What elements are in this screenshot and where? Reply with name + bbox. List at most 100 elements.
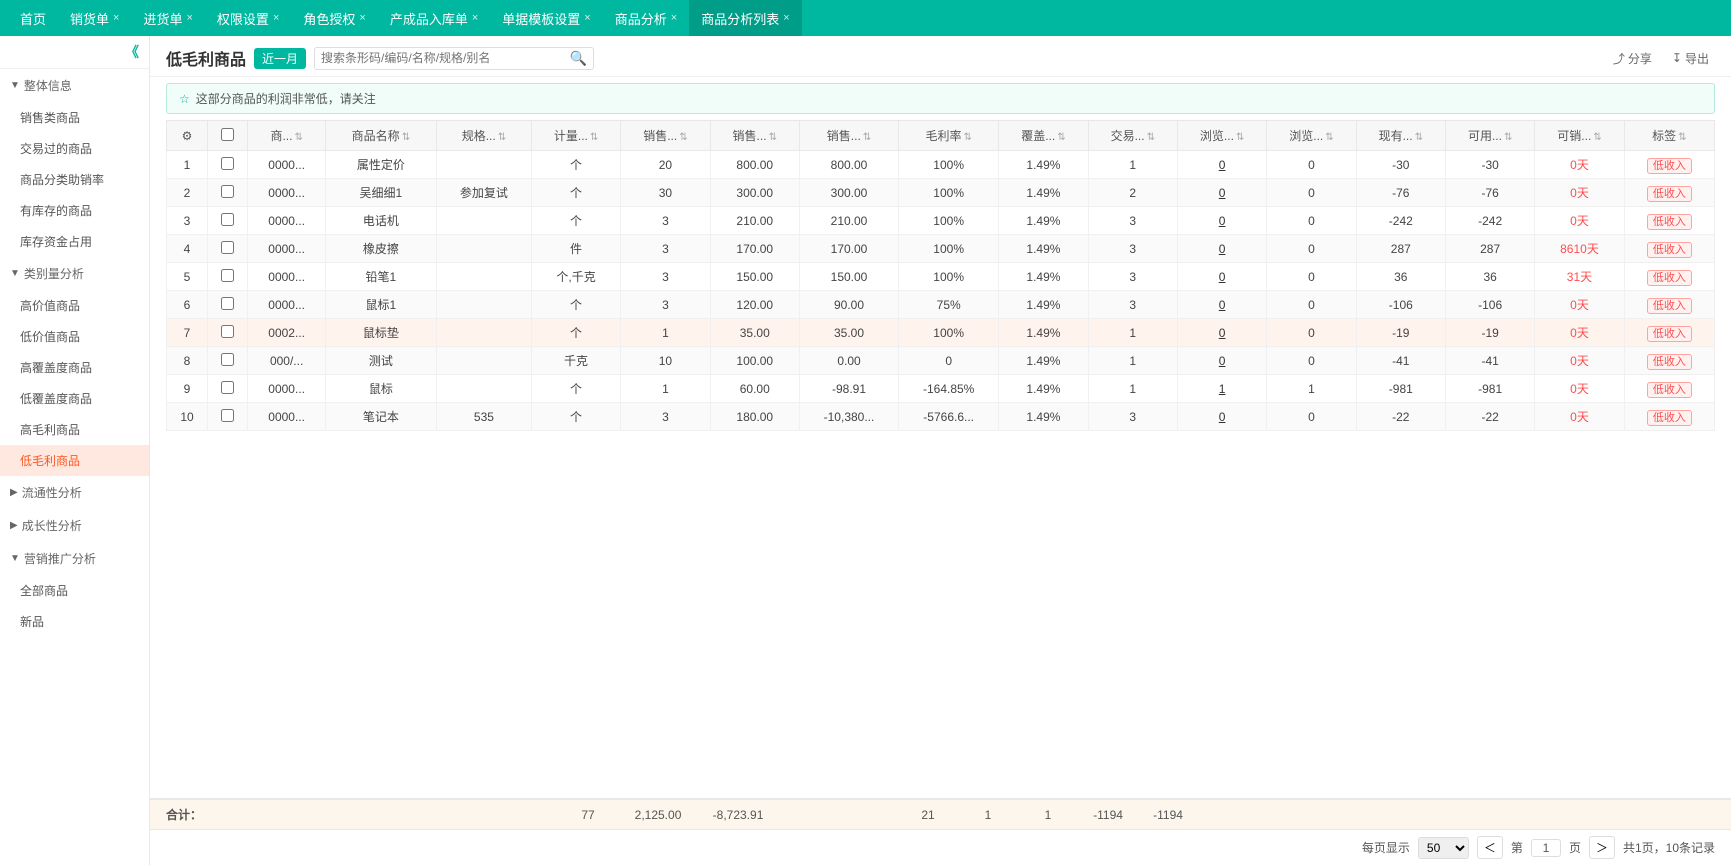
browse-count[interactable]: 0 (1177, 403, 1266, 431)
nav-item-销货单[interactable]: 销货单× (58, 0, 131, 36)
browse-count[interactable]: 0 (1177, 263, 1266, 291)
nav-item-商品分析[interactable]: 商品分析× (603, 0, 689, 36)
browse-count[interactable]: 0 (1177, 207, 1266, 235)
row-select-checkbox[interactable] (221, 409, 234, 422)
close-tab-icon[interactable]: × (671, 12, 677, 24)
sort-icon[interactable]: ⇅ (590, 132, 598, 143)
row-select-checkbox[interactable] (221, 381, 234, 394)
close-tab-icon[interactable]: × (273, 12, 279, 24)
sidebar-item-高毛利商品[interactable]: 高毛利商品 (0, 414, 149, 445)
browse-count[interactable]: 0 (1177, 347, 1266, 375)
sort-icon[interactable]: ⇅ (1147, 132, 1155, 143)
sidebar-item-销售类商品[interactable]: 销售类商品 (0, 102, 149, 133)
browse-count[interactable]: 0 (1177, 291, 1266, 319)
row-checkbox[interactable] (208, 151, 248, 179)
close-tab-icon[interactable]: × (186, 12, 192, 24)
sort-icon[interactable]: ⇅ (1504, 132, 1512, 143)
browse-count-link[interactable]: 0 (1219, 354, 1226, 368)
row-select-checkbox[interactable] (221, 241, 234, 254)
sidebar-item-有库存的商品[interactable]: 有库存的商品 (0, 195, 149, 226)
next-page-button[interactable]: ＞ (1589, 836, 1615, 859)
nav-item-首页[interactable]: 首页 (8, 0, 58, 36)
browse-count[interactable]: 1 (1177, 375, 1266, 403)
close-tab-icon[interactable]: × (113, 12, 119, 24)
sidebar-group-流通性分析[interactable]: ▶流通性分析 (0, 476, 149, 509)
browse-count[interactable]: 0 (1177, 151, 1266, 179)
sidebar-item-高覆盖度商品[interactable]: 高覆盖度商品 (0, 352, 149, 383)
sidebar-item-低价值商品[interactable]: 低价值商品 (0, 321, 149, 352)
share-button[interactable]: ⤴ 分享 (1607, 47, 1658, 70)
col-header-check[interactable] (208, 121, 248, 151)
sidebar-item-商品分类助销率[interactable]: 商品分类助销率 (0, 164, 149, 195)
sort-icon[interactable]: ⇅ (1325, 132, 1333, 143)
browse-count-link[interactable]: 0 (1219, 158, 1226, 172)
sidebar-item-低毛利商品[interactable]: 低毛利商品 (0, 445, 149, 476)
nav-item-权限设置[interactable]: 权限设置× (205, 0, 291, 36)
nav-item-角色授权[interactable]: 角色授权× (291, 0, 377, 36)
nav-item-进货单[interactable]: 进货单× (131, 0, 204, 36)
sidebar-group-整体信息[interactable]: ▼整体信息 (0, 69, 149, 102)
prev-page-button[interactable]: ＜ (1477, 836, 1503, 859)
row-checkbox[interactable] (208, 403, 248, 431)
sidebar-group-类别量分析[interactable]: ▼类别量分析 (0, 257, 149, 290)
per-page-select[interactable]: 50 100 200 (1418, 837, 1469, 859)
browse-count-link[interactable]: 0 (1219, 410, 1226, 424)
close-tab-icon[interactable]: × (584, 12, 590, 24)
col-header-settings[interactable]: ⚙ (167, 121, 208, 151)
sort-icon[interactable]: ⇅ (1415, 132, 1423, 143)
sort-icon[interactable]: ⇅ (679, 132, 687, 143)
browse-count-link[interactable]: 0 (1219, 270, 1226, 284)
sort-icon[interactable]: ⇅ (769, 132, 777, 143)
sidebar-item-高价值商品[interactable]: 高价值商品 (0, 290, 149, 321)
sort-icon[interactable]: ⇅ (1593, 132, 1601, 143)
sort-icon[interactable]: ⇅ (498, 132, 506, 143)
row-select-checkbox[interactable] (221, 325, 234, 338)
sidebar-item-交易过的商品[interactable]: 交易过的商品 (0, 133, 149, 164)
row-select-checkbox[interactable] (221, 157, 234, 170)
table-container[interactable]: ⚙商...⇅商品名称⇅规格...⇅计量...⇅销售...⇅销售...⇅销售...… (150, 120, 1731, 798)
browse-count-link[interactable]: 0 (1219, 242, 1226, 256)
close-tab-icon[interactable]: × (783, 12, 789, 24)
browse-count-link[interactable]: 0 (1219, 326, 1226, 340)
sidebar-item-库存资金占用[interactable]: 库存资金占用 (0, 226, 149, 257)
row-select-checkbox[interactable] (221, 213, 234, 226)
sort-icon[interactable]: ⇅ (1057, 132, 1065, 143)
browse-count-link[interactable]: 0 (1219, 214, 1226, 228)
row-select-checkbox[interactable] (221, 269, 234, 282)
row-checkbox[interactable] (208, 347, 248, 375)
sidebar-group-营销推广分析[interactable]: ▼营销推广分析 (0, 542, 149, 575)
sort-icon[interactable]: ⇅ (963, 132, 971, 143)
browse-count[interactable]: 0 (1177, 179, 1266, 207)
sort-icon[interactable]: ⇅ (863, 132, 871, 143)
row-select-checkbox[interactable] (221, 185, 234, 198)
select-all-checkbox[interactable] (221, 128, 234, 141)
nav-item-产成品入库单[interactable]: 产成品入库单× (378, 0, 490, 36)
browse-count-link[interactable]: 0 (1219, 298, 1226, 312)
row-checkbox[interactable] (208, 207, 248, 235)
browse-count[interactable]: 0 (1177, 319, 1266, 347)
filter-tag-button[interactable]: 近一月 (254, 48, 306, 69)
sidebar-group-成长性分析[interactable]: ▶成长性分析 (0, 509, 149, 542)
export-button[interactable]: ↧ 导出 (1666, 47, 1715, 70)
browse-count-link[interactable]: 1 (1219, 382, 1226, 396)
close-tab-icon[interactable]: × (472, 12, 478, 24)
row-checkbox[interactable] (208, 319, 248, 347)
sidebar-item-低覆盖度商品[interactable]: 低覆盖度商品 (0, 383, 149, 414)
sort-icon[interactable]: ⇅ (294, 132, 302, 143)
sidebar-item-新品[interactable]: 新品 (0, 606, 149, 637)
row-checkbox[interactable] (208, 263, 248, 291)
sort-icon[interactable]: ⇅ (1678, 132, 1686, 143)
browse-count[interactable]: 0 (1177, 235, 1266, 263)
close-tab-icon[interactable]: × (359, 12, 365, 24)
search-input[interactable] (321, 51, 570, 65)
row-checkbox[interactable] (208, 375, 248, 403)
row-checkbox[interactable] (208, 179, 248, 207)
sidebar-collapse-button[interactable]: 《 (0, 36, 149, 69)
row-checkbox[interactable] (208, 235, 248, 263)
row-select-checkbox[interactable] (221, 297, 234, 310)
row-select-checkbox[interactable] (221, 353, 234, 366)
browse-count-link[interactable]: 0 (1219, 186, 1226, 200)
row-checkbox[interactable] (208, 291, 248, 319)
nav-item-商品分析列表[interactable]: 商品分析列表× (689, 0, 801, 36)
sidebar-item-全部商品[interactable]: 全部商品 (0, 575, 149, 606)
